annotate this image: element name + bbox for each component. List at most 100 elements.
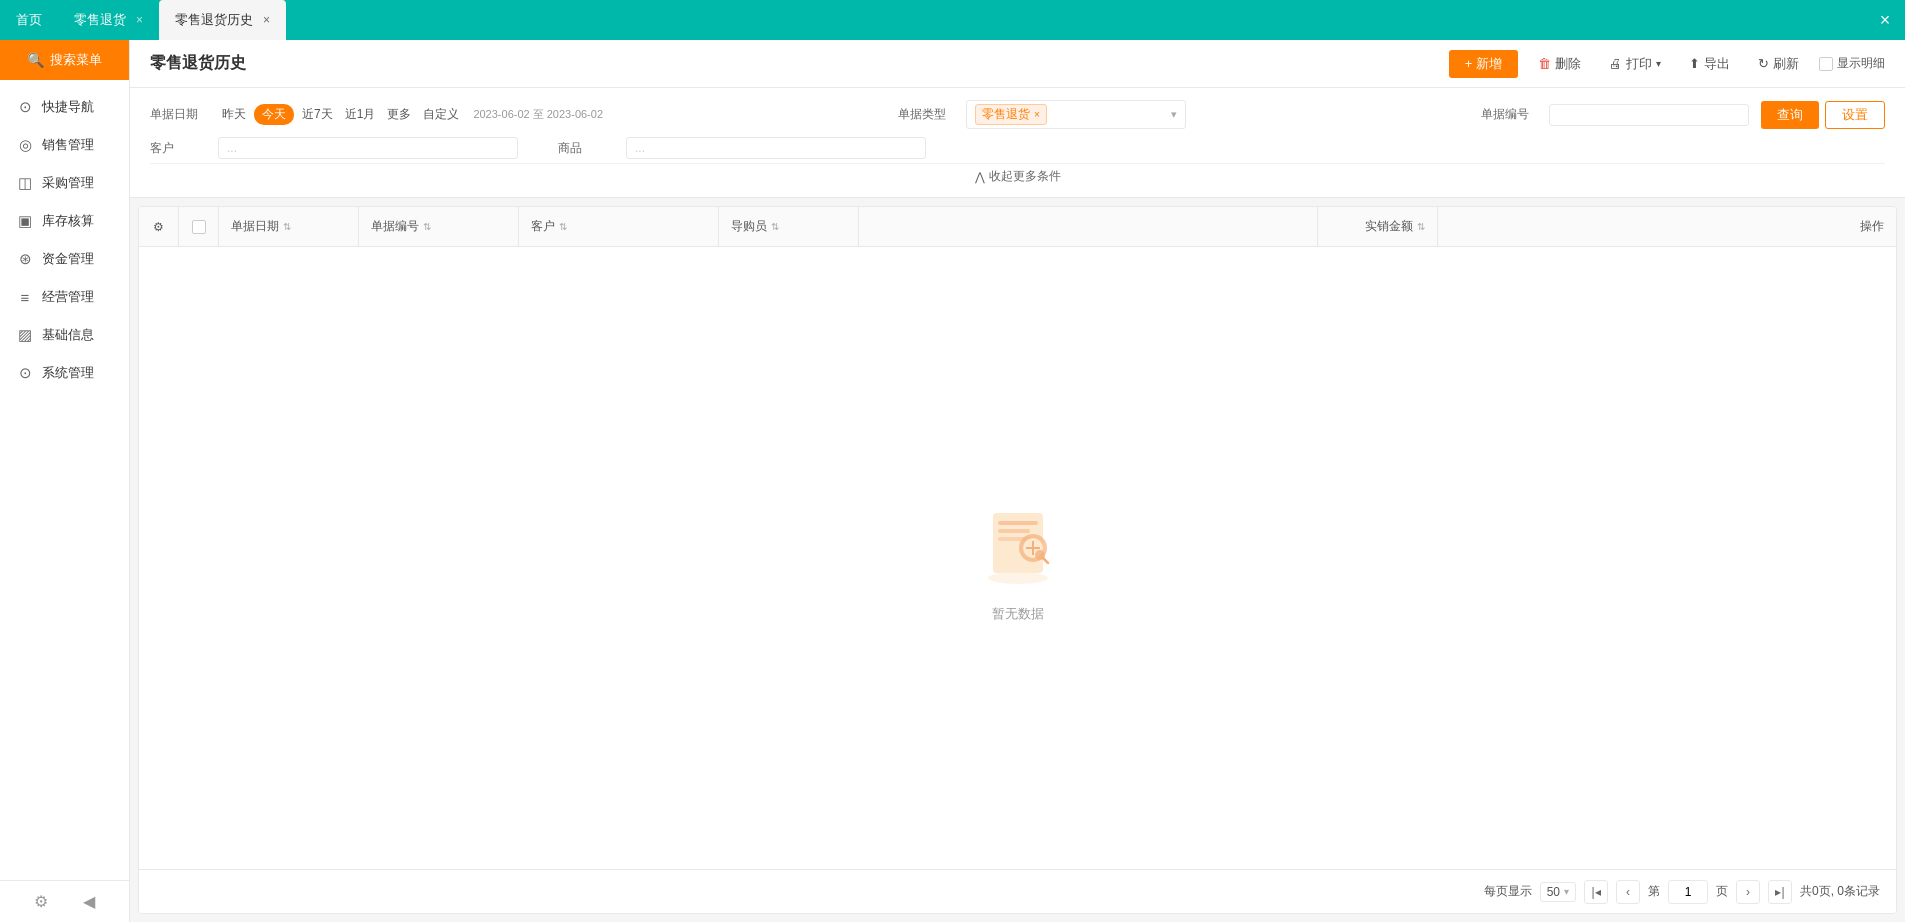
goods-filter-input[interactable]: ... [626, 137, 926, 159]
collapse-button[interactable]: ⋀ 收起更多条件 [975, 168, 1061, 185]
date-custom-btn[interactable]: 自定义 [419, 104, 463, 125]
type-tag-close[interactable]: × [1034, 109, 1040, 120]
tab-retail-return-label: 零售退货 [74, 11, 126, 29]
refresh-button[interactable]: ↻ 刷新 [1750, 51, 1807, 77]
empty-state: 暂无数据 [139, 247, 1896, 869]
query-button[interactable]: 查询 [1761, 101, 1819, 129]
filter-row-1: 单据日期 昨天 今天 近7天 近1月 更多 自定义 2023-06-02 至 2… [150, 100, 1885, 129]
tab-home-label: 首页 [16, 11, 42, 29]
page-unit: 页 [1716, 883, 1728, 900]
svg-line-10 [1043, 558, 1048, 563]
date-range-text: 2023-06-02 至 2023-06-02 [473, 107, 603, 122]
per-page-label: 每页显示 [1484, 883, 1532, 900]
goods-filter-label: 商品 [558, 140, 618, 157]
svg-rect-2 [998, 521, 1038, 525]
export-button[interactable]: ⬆ 导出 [1681, 51, 1738, 77]
sidebar: 🔍 搜索菜单 ⊙ 快捷导航 ◎ 销售管理 ◫ 采购管理 ▣ 库存核算 ⊛ 资金管 [0, 40, 130, 922]
settings-button[interactable]: 设置 [1825, 101, 1885, 129]
filter-area: 单据日期 昨天 今天 近7天 近1月 更多 自定义 2023-06-02 至 2… [130, 88, 1905, 198]
no-filter-input[interactable] [1549, 104, 1749, 126]
select-all-checkbox[interactable] [192, 220, 206, 234]
sidebar-item-quick-nav[interactable]: ⊙ 快捷导航 [0, 88, 129, 126]
customer-ellipsis: ... [227, 141, 237, 155]
settings-gear-icon[interactable]: ⚙ [34, 892, 48, 911]
empty-illustration [968, 493, 1068, 593]
show-detail-checkbox[interactable] [1819, 57, 1833, 71]
sidebar-item-sales-label: 销售管理 [42, 136, 94, 154]
collapse-sidebar-icon[interactable]: ◀ [83, 892, 95, 911]
new-button[interactable]: + 新增 [1449, 50, 1518, 78]
pagination-bar: 每页显示 50 ▾ |◂ ‹ 第 页 › ▸| 共0页, 0条记录 [139, 869, 1896, 913]
show-detail-toggle[interactable]: 显示明细 [1819, 55, 1885, 72]
purchase-icon: ◫ [16, 174, 34, 192]
collapse-label: 收起更多条件 [989, 168, 1061, 185]
type-filter-select[interactable]: 零售退货 × ▾ [966, 100, 1186, 129]
system-icon: ⊙ [16, 364, 34, 382]
th-customer-sort-icon: ⇅ [559, 221, 567, 232]
last-page-button[interactable]: ▸| [1768, 880, 1792, 904]
sidebar-item-purchase[interactable]: ◫ 采购管理 [0, 164, 129, 202]
date-yesterday-btn[interactable]: 昨天 [218, 104, 250, 125]
print-button[interactable]: 🖨 打印 ▾ [1601, 51, 1669, 77]
sidebar-item-finance[interactable]: ⊛ 资金管理 [0, 240, 129, 278]
sidebar-item-operations[interactable]: ≡ 经营管理 [0, 278, 129, 316]
table-settings-icon: ⚙ [153, 220, 164, 234]
tab-retail-return[interactable]: 零售退货 × [58, 0, 159, 40]
tab-retail-return-history[interactable]: 零售退货历史 × [159, 0, 286, 40]
delete-label: 删除 [1555, 55, 1581, 73]
first-page-button[interactable]: |◂ [1584, 880, 1608, 904]
tab-retail-return-close[interactable]: × [136, 13, 143, 27]
search-menu-button[interactable]: 🔍 搜索菜单 [0, 40, 129, 80]
th-customer[interactable]: 客户 ⇅ [519, 207, 719, 246]
next-page-button[interactable]: › [1736, 880, 1760, 904]
th-checkbox[interactable] [179, 207, 219, 246]
sidebar-item-inventory[interactable]: ▣ 库存核算 [0, 202, 129, 240]
tab-home[interactable]: 首页 [0, 0, 58, 40]
th-guide-sort-icon: ⇅ [771, 221, 779, 232]
delete-button[interactable]: 🗑 删除 [1530, 51, 1589, 77]
sidebar-item-system[interactable]: ⊙ 系统管理 [0, 354, 129, 392]
no-filter-label: 单据编号 [1481, 106, 1541, 123]
goods-ellipsis: ... [635, 141, 645, 155]
search-icon: 🔍 [27, 52, 44, 68]
th-date-label: 单据日期 [231, 218, 279, 235]
svg-rect-3 [998, 529, 1030, 533]
sidebar-item-basic-info[interactable]: ▨ 基础信息 [0, 316, 129, 354]
inventory-icon: ▣ [16, 212, 34, 230]
delete-icon: 🗑 [1538, 56, 1551, 71]
th-date[interactable]: 单据日期 ⇅ [219, 207, 359, 246]
date-more-btn[interactable]: 更多 [383, 104, 415, 125]
print-label: 打印 [1626, 55, 1652, 73]
per-page-select[interactable]: 50 ▾ [1540, 882, 1576, 902]
tab-retail-return-history-close[interactable]: × [263, 13, 270, 27]
date-today-btn[interactable]: 今天 [254, 104, 294, 125]
th-settings[interactable]: ⚙ [139, 207, 179, 246]
table-area: ⚙ 单据日期 ⇅ 单据编号 ⇅ 客户 ⇅ 导购员 [138, 206, 1897, 914]
sidebar-item-sales[interactable]: ◎ 销售管理 [0, 126, 129, 164]
th-no-label: 单据编号 [371, 218, 419, 235]
prev-page-button[interactable]: ‹ [1616, 880, 1640, 904]
date-7days-btn[interactable]: 近7天 [298, 104, 337, 125]
header-actions: + 新增 🗑 删除 🖨 打印 ▾ ⬆ 导出 ↻ 刷新 [1449, 50, 1885, 78]
th-spacer [859, 207, 1318, 246]
window-close-button[interactable]: × [1865, 0, 1905, 40]
content-area: 零售退货历史 + 新增 🗑 删除 🖨 打印 ▾ ⬆ 导出 ↻ [130, 40, 1905, 922]
sidebar-item-finance-label: 资金管理 [42, 250, 94, 268]
customer-filter-input[interactable]: ... [218, 137, 518, 159]
th-customer-label: 客户 [531, 218, 555, 235]
refresh-label: 刷新 [1773, 55, 1799, 73]
th-guide[interactable]: 导购员 ⇅ [719, 207, 859, 246]
th-amount[interactable]: 实销金额 ⇅ [1318, 207, 1438, 246]
collapse-up-icon: ⋀ [975, 170, 985, 184]
th-no[interactable]: 单据编号 ⇅ [359, 207, 519, 246]
print-icon: 🖨 [1609, 56, 1622, 71]
page-number-input[interactable] [1668, 880, 1708, 904]
basic-info-icon: ▨ [16, 326, 34, 344]
th-amount-label: 实销金额 [1365, 218, 1413, 235]
show-detail-text: 显示明细 [1837, 55, 1885, 72]
th-ops: 操作 [1438, 207, 1896, 246]
type-select-dropdown-icon: ▾ [1171, 108, 1177, 121]
sidebar-nav: ⊙ 快捷导航 ◎ 销售管理 ◫ 采购管理 ▣ 库存核算 ⊛ 资金管理 ≡ 经营管… [0, 80, 129, 880]
collapse-row: ⋀ 收起更多条件 [150, 163, 1885, 189]
date-1month-btn[interactable]: 近1月 [341, 104, 380, 125]
